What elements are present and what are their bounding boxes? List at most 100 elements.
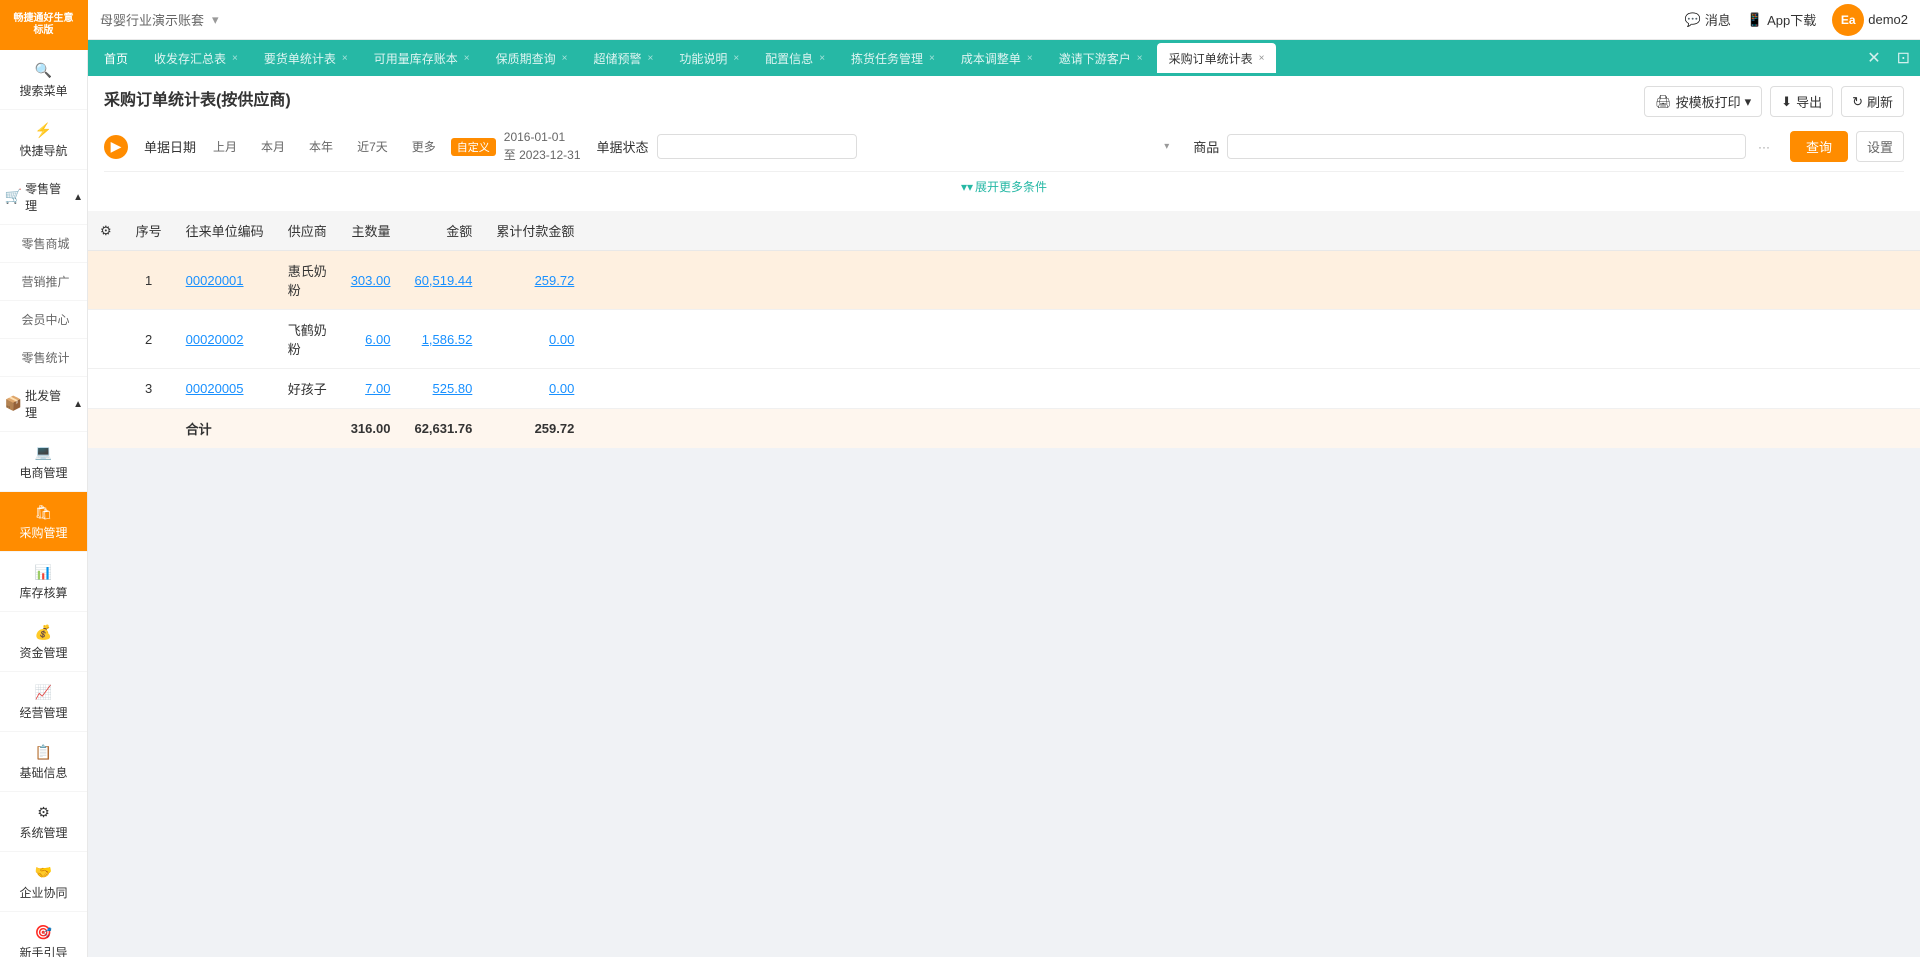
col-paid-amount: 累计付款金额 <box>484 211 586 251</box>
expand-more-btn[interactable]: ▾▾ 展开更多条件 <box>961 178 1047 195</box>
nav-arrow-2: ▲ <box>73 192 83 203</box>
nav-icon-1: ⚡ <box>34 120 54 140</box>
sidebar-item-15[interactable]: 🤝企业协同 <box>0 852 87 912</box>
nav-icon-11: 💰 <box>34 622 54 642</box>
date-this-month-btn[interactable]: 本月 <box>252 135 294 158</box>
sidebar-item-14[interactable]: ⚙系统管理 <box>0 792 87 852</box>
settings-btn[interactable]: 设置 <box>1856 131 1904 162</box>
sidebar-nav: 🔍搜索菜单⚡快捷导航🛒零售管理▲零售商城营销推广会员中心零售统计📦批发管理▲💻电… <box>0 50 87 957</box>
tab-close-9[interactable]: × <box>1027 53 1033 64</box>
sidebar-item-4[interactable]: 营销推广 <box>0 263 87 301</box>
workspace-dropdown-icon[interactable]: ▾ <box>212 12 219 28</box>
tab-close-4[interactable]: × <box>562 53 568 64</box>
user-profile[interactable]: Ea demo2 <box>1832 4 1908 36</box>
tab-close-6[interactable]: × <box>733 53 739 64</box>
sidebar-item-0[interactable]: 🔍搜索菜单 <box>0 50 87 110</box>
footer-quantity: 316.00 <box>339 409 403 449</box>
row-amount-0[interactable]: 60,519.44 <box>402 251 484 310</box>
tab-close-5[interactable]: × <box>647 53 653 64</box>
sidebar-item-8[interactable]: 💻电商管理 <box>0 432 87 492</box>
tab-close-1[interactable]: × <box>232 53 238 64</box>
goods-search-input[interactable] <box>1227 134 1746 159</box>
message-btn[interactable]: 💬 消息 <box>1685 10 1731 29</box>
status-select[interactable] <box>657 134 857 159</box>
row-amount-1[interactable]: 1,586.52 <box>402 310 484 369</box>
row-gear-0 <box>88 251 124 310</box>
row-code-0[interactable]: 00020001 <box>174 251 276 310</box>
sidebar-item-5[interactable]: 会员中心 <box>0 301 87 339</box>
tab-6[interactable]: 功能说明× <box>667 43 751 73</box>
tab-close-3[interactable]: × <box>464 53 470 64</box>
template-print-btn[interactable]: 🖨 按模板打印 ▾ <box>1644 86 1762 117</box>
tab-label-9: 成本调整单 <box>961 50 1021 67</box>
sidebar-item-3[interactable]: 零售商城 <box>0 225 87 263</box>
tab-close-8[interactable]: × <box>929 53 935 64</box>
sidebar-item-7[interactable]: 📦批发管理▲ <box>0 377 87 432</box>
row-paid-2[interactable]: 0.00 <box>484 369 586 409</box>
row-gear-1 <box>88 310 124 369</box>
expand-down-icon: ▾▾ <box>961 180 973 194</box>
tab-4[interactable]: 保质期查询× <box>484 43 580 73</box>
nav-icon-12: 📈 <box>34 682 54 702</box>
row-code-1[interactable]: 00020002 <box>174 310 276 369</box>
sidebar-item-13[interactable]: 📋基础信息 <box>0 732 87 792</box>
user-avatar: Ea <box>1832 4 1864 36</box>
tab-1[interactable]: 收发存汇总表× <box>142 43 250 73</box>
goods-more-btn[interactable]: ··· <box>1754 140 1774 154</box>
sidebar-item-1[interactable]: ⚡快捷导航 <box>0 110 87 170</box>
message-label: 消息 <box>1705 10 1731 29</box>
tab-5[interactable]: 超储预警× <box>581 43 665 73</box>
table-row: 2 00020002 飞鹤奶粉 6.00 1,586.52 0.00 <box>88 310 1920 369</box>
date-7days-btn[interactable]: 近7天 <box>348 135 397 158</box>
row-no-0: 1 <box>124 251 174 310</box>
row-code-2[interactable]: 00020005 <box>174 369 276 409</box>
tab-close-11[interactable]: × <box>1259 53 1265 64</box>
row-qty-1[interactable]: 6.00 <box>339 310 403 369</box>
sidebar-item-10[interactable]: 📊库存核算 <box>0 552 87 612</box>
tab-10[interactable]: 邀请下游客户× <box>1047 43 1155 73</box>
nav-label-13: 基础信息 <box>19 764 67 781</box>
export-btn[interactable]: ⬇ 导出 <box>1770 86 1833 117</box>
tab-close-2[interactable]: × <box>342 53 348 64</box>
tab-label-3: 可用量库存账本 <box>374 50 458 67</box>
maximize-tab-btn[interactable]: ⊡ <box>1891 46 1916 70</box>
refresh-btn[interactable]: ↻ 刷新 <box>1841 86 1904 117</box>
tab-close-10[interactable]: × <box>1137 53 1143 64</box>
tabbar: 首页收发存汇总表×要货单统计表×可用量库存账本×保质期查询×超储预警×功能说明×… <box>88 40 1920 76</box>
row-qty-2[interactable]: 7.00 <box>339 369 403 409</box>
column-gear-icon[interactable]: ⚙ <box>100 223 112 238</box>
sidebar-item-11[interactable]: 💰资金管理 <box>0 612 87 672</box>
tab-7[interactable]: 配置信息× <box>753 43 837 73</box>
tab-8[interactable]: 拣货任务管理× <box>839 43 947 73</box>
tab-2[interactable]: 要货单统计表× <box>252 43 360 73</box>
tab-11[interactable]: 采购订单统计表× <box>1157 43 1277 73</box>
date-last-month-btn[interactable]: 上月 <box>204 135 246 158</box>
data-table: ⚙ 序号 往来单位编码 供应商 主数量 金额 累计付款金额 1 <box>88 211 1920 448</box>
date-this-year-btn[interactable]: 本年 <box>300 135 342 158</box>
sidebar-item-2[interactable]: 🛒零售管理▲ <box>0 170 87 225</box>
tab-9[interactable]: 成本调整单 × <box>949 43 1045 73</box>
refresh-label: 刷新 <box>1867 92 1893 111</box>
tab-3[interactable]: 可用量库存账本 × <box>362 43 482 73</box>
row-qty-0[interactable]: 303.00 <box>339 251 403 310</box>
date-more-btn[interactable]: 更多 <box>403 135 445 158</box>
toggle-arrow[interactable]: ▶ <box>104 135 128 159</box>
row-amount-2[interactable]: 525.80 <box>402 369 484 409</box>
tab-0[interactable]: 首页 <box>92 43 140 73</box>
content: 采购订单统计表(按供应商) 🖨 按模板打印 ▾ ⬇ 导出 ↻ 刷新 <box>88 76 1920 957</box>
app-download-btn[interactable]: 📱 App下载 <box>1747 10 1816 29</box>
sidebar-item-6[interactable]: 零售统计 <box>0 339 87 377</box>
close-tab-btn[interactable]: ✕ <box>1861 46 1886 70</box>
sidebar-item-12[interactable]: 📈经营管理 <box>0 672 87 732</box>
date-range-display: 2016-01-01 至 2023-12-31 <box>504 130 581 163</box>
row-paid-0[interactable]: 259.72 <box>484 251 586 310</box>
row-paid-1[interactable]: 0.00 <box>484 310 586 369</box>
tab-close-7[interactable]: × <box>819 53 825 64</box>
topbar-left: 母婴行业演示账套 ▾ <box>100 10 219 29</box>
sidebar-item-9[interactable]: 🛍采购管理 <box>0 492 87 552</box>
nav-icon-15: 🤝 <box>34 862 54 882</box>
status-select-wrapper <box>657 134 1178 159</box>
query-btn[interactable]: 查询 <box>1790 131 1848 162</box>
sidebar-item-16[interactable]: 🎯新手引导 <box>0 912 87 957</box>
nav-label-14: 系统管理 <box>19 824 67 841</box>
